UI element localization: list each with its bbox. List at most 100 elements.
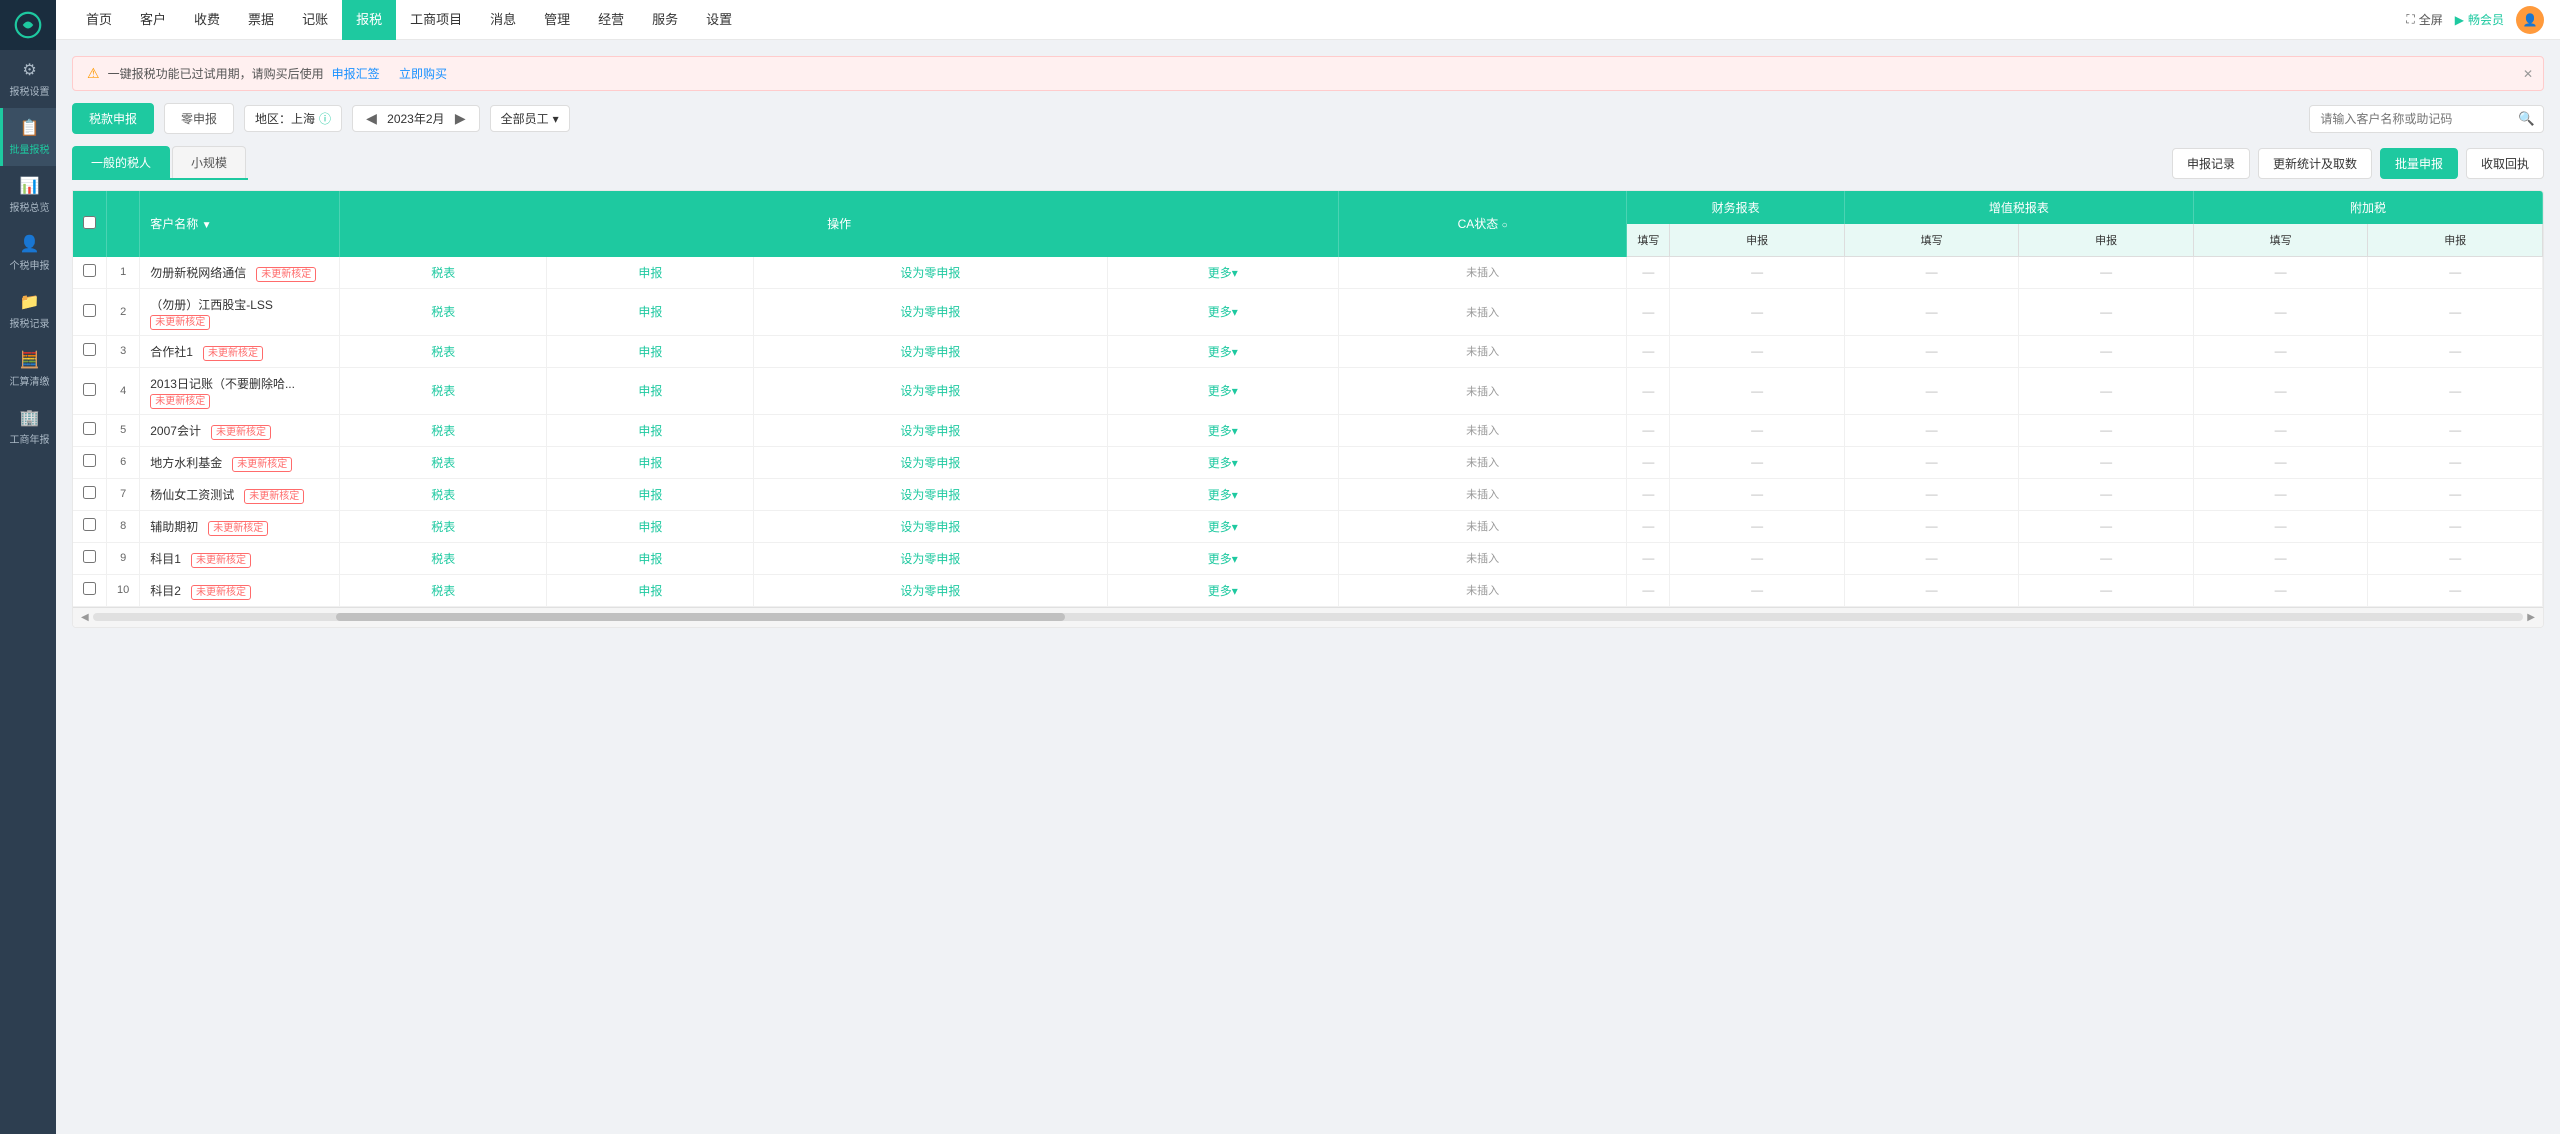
region-selector[interactable]: 地区：上海 ⓘ (244, 105, 342, 132)
action-taxform-8[interactable]: 税表 (431, 552, 455, 566)
action-zero-8[interactable]: 设为零申报 (900, 552, 960, 566)
retrieve-btn[interactable]: 收取回执 (2466, 148, 2544, 179)
apply-records-btn[interactable]: 申报记录 (2172, 148, 2250, 179)
nav-bizreg[interactable]: 工商项目 (396, 0, 476, 40)
action-more-5[interactable]: 更多▾ (1208, 456, 1238, 470)
row-action-apply-5: 申报 (547, 446, 754, 478)
action-more-4[interactable]: 更多▾ (1208, 424, 1238, 438)
action-apply-1[interactable]: 申报 (638, 305, 662, 319)
action-taxform-0[interactable]: 税表 (431, 266, 455, 280)
sidebar-item-tax-settings[interactable]: ⚙ 报税设置 (0, 50, 56, 108)
action-zero-4[interactable]: 设为零申报 (900, 424, 960, 438)
row-action-taxform-3: 税表 (340, 367, 547, 414)
select-all-checkbox[interactable] (83, 216, 96, 229)
nav-operations[interactable]: 经营 (584, 0, 638, 40)
notice-close-btn[interactable]: ✕ (2523, 67, 2533, 81)
tab-small-taxpayer[interactable]: 小规模 (172, 146, 246, 178)
sidebar-item-batch-tax[interactable]: 📋 批量报税 (0, 108, 56, 166)
action-zero-5[interactable]: 设为零申报 (900, 456, 960, 470)
sidebar-label-tax-settings: 报税设置 (10, 83, 50, 98)
sidebar-item-tax-records[interactable]: 📁 报税记录 (0, 282, 56, 340)
action-more-1[interactable]: 更多▾ (1208, 305, 1238, 319)
action-taxform-7[interactable]: 税表 (431, 520, 455, 534)
action-zero-9[interactable]: 设为零申报 (900, 584, 960, 598)
tab-tax-apply[interactable]: 税款申报 (72, 103, 154, 134)
batch-apply-btn[interactable]: 批量申报 (2380, 148, 2458, 179)
row-vat-apply-3: — (2019, 367, 2194, 414)
nav-tax[interactable]: 报税 (342, 0, 396, 40)
nav-management[interactable]: 管理 (530, 0, 584, 40)
nav-messages[interactable]: 消息 (476, 0, 530, 40)
sidebar-item-individual-tax[interactable]: 👤 个税申报 (0, 224, 56, 282)
action-more-6[interactable]: 更多▾ (1208, 488, 1238, 502)
action-apply-3[interactable]: 申报 (638, 384, 662, 398)
sidebar-item-biz-report[interactable]: 🏢 工商年报 (0, 398, 56, 456)
user-avatar[interactable]: 👤 (2516, 6, 2544, 34)
tab-zero-apply[interactable]: 零申报 (164, 103, 234, 134)
action-more-0[interactable]: 更多▾ (1208, 266, 1238, 280)
staff-selector[interactable]: 全部员工 ▾ (490, 105, 570, 132)
action-zero-7[interactable]: 设为零申报 (900, 520, 960, 534)
scroll-track[interactable] (93, 613, 2524, 621)
action-apply-5[interactable]: 申报 (638, 456, 662, 470)
action-taxform-2[interactable]: 税表 (431, 345, 455, 359)
action-taxform-3[interactable]: 税表 (431, 384, 455, 398)
notice-link-apply[interactable]: 申报汇签 (332, 65, 380, 82)
upgrade-btn[interactable]: ▶ 畅会员 (2455, 11, 2504, 28)
nav-invoice[interactable]: 票据 (234, 0, 288, 40)
action-more-3[interactable]: 更多▾ (1208, 384, 1238, 398)
scroll-left-arrow[interactable]: ◀ (77, 612, 93, 623)
action-zero-3[interactable]: 设为零申报 (900, 384, 960, 398)
date-prev-btn[interactable]: ◀ (363, 110, 380, 127)
tab-general-taxpayer[interactable]: 一般的税人 (72, 146, 170, 178)
row-check-2[interactable] (83, 343, 96, 356)
action-apply-2[interactable]: 申报 (638, 345, 662, 359)
action-apply-4[interactable]: 申报 (638, 424, 662, 438)
row-check-1[interactable] (83, 304, 96, 317)
sidebar-item-calc-clear[interactable]: 🧮 汇算清缴 (0, 340, 56, 398)
row-check-7[interactable] (83, 518, 96, 531)
date-next-btn[interactable]: ▶ (452, 110, 469, 127)
sidebar-item-tax-overview[interactable]: 📊 报税总览 (0, 166, 56, 224)
action-more-2[interactable]: 更多▾ (1208, 345, 1238, 359)
action-more-9[interactable]: 更多▾ (1208, 584, 1238, 598)
action-apply-0[interactable]: 申报 (638, 266, 662, 280)
row-check-9[interactable] (83, 582, 96, 595)
row-check-8[interactable] (83, 550, 96, 563)
action-zero-1[interactable]: 设为零申报 (900, 305, 960, 319)
scroll-right-arrow[interactable]: ▶ (2523, 612, 2539, 623)
action-taxform-6[interactable]: 税表 (431, 488, 455, 502)
update-stats-btn[interactable]: 更新统计及取数 (2258, 148, 2372, 179)
nav-services[interactable]: 服务 (638, 0, 692, 40)
search-input[interactable] (2310, 107, 2510, 131)
action-apply-7[interactable]: 申报 (638, 520, 662, 534)
nav-billing[interactable]: 收费 (180, 0, 234, 40)
row-check-4[interactable] (83, 422, 96, 435)
action-zero-2[interactable]: 设为零申报 (900, 345, 960, 359)
row-fin-apply-0: — (1670, 257, 1845, 289)
action-zero-6[interactable]: 设为零申报 (900, 488, 960, 502)
action-more-8[interactable]: 更多▾ (1208, 552, 1238, 566)
action-taxform-4[interactable]: 税表 (431, 424, 455, 438)
row-check-6[interactable] (83, 486, 96, 499)
row-action-more-6: 更多▾ (1107, 478, 1338, 510)
col-vat-apply: 申报 (2019, 224, 2194, 257)
row-check-5[interactable] (83, 454, 96, 467)
action-more-7[interactable]: 更多▾ (1208, 520, 1238, 534)
action-taxform-5[interactable]: 税表 (431, 456, 455, 470)
nav-clients[interactable]: 客户 (126, 0, 180, 40)
action-apply-6[interactable]: 申报 (638, 488, 662, 502)
action-apply-8[interactable]: 申报 (638, 552, 662, 566)
row-check-0[interactable] (83, 264, 96, 277)
action-taxform-9[interactable]: 税表 (431, 584, 455, 598)
action-taxform-1[interactable]: 税表 (431, 305, 455, 319)
nav-settings[interactable]: 设置 (692, 0, 746, 40)
notice-link-buy[interactable]: 立即购买 (399, 65, 447, 82)
fullscreen-btn[interactable]: ⛶ 全屏 (2406, 11, 2442, 28)
action-apply-9[interactable]: 申报 (638, 584, 662, 598)
nav-accounting[interactable]: 记账 (288, 0, 342, 40)
row-check-3[interactable] (83, 383, 96, 396)
nav-home[interactable]: 首页 (72, 0, 126, 40)
action-zero-0[interactable]: 设为零申报 (900, 266, 960, 280)
search-btn[interactable]: 🔍 (2510, 106, 2543, 132)
